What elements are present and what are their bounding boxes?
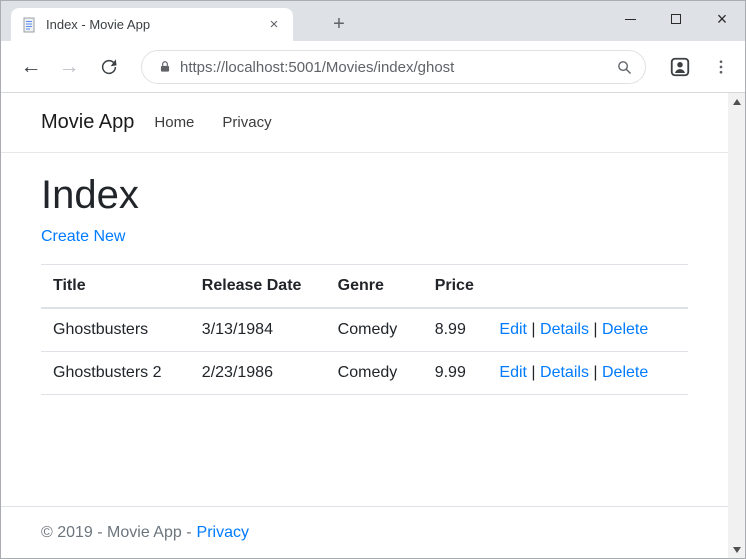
tab-close-icon[interactable]: × <box>265 16 283 34</box>
tab-strip: Index - Movie App × + × <box>1 1 745 41</box>
nav-link-privacy[interactable]: Privacy <box>208 106 285 139</box>
page-scrollbar[interactable] <box>728 93 745 558</box>
details-link[interactable]: Details <box>540 321 589 338</box>
navbar-links: Home Privacy <box>140 106 285 139</box>
address-bar[interactable]: https://localhost:5001/Movies/index/ghos… <box>141 50 646 84</box>
browser-window: Index - Movie App × + × ← → https://loca… <box>0 0 746 559</box>
browser-toolbar: ← → https://localhost:5001/Movies/index/… <box>1 41 745 93</box>
edit-link[interactable]: Edit <box>499 321 527 338</box>
maximize-button[interactable] <box>653 3 699 35</box>
lock-icon[interactable] <box>158 60 172 74</box>
header-release-date: Release Date <box>189 264 326 309</box>
url-text[interactable]: https://localhost:5001/Movies/index/ghos… <box>180 59 608 76</box>
site-navbar: Movie App Home Privacy <box>1 93 728 153</box>
action-separator: | <box>593 321 598 338</box>
cell-release-date: 2/23/1986 <box>189 351 326 395</box>
back-button[interactable]: ← <box>13 49 49 85</box>
page-viewport: Movie App Home Privacy Index Create New … <box>1 93 745 558</box>
delete-link[interactable]: Delete <box>602 321 648 338</box>
table-header-row: Title Release Date Genre Price <box>41 264 688 309</box>
main-content: Index Create New Title Release Date Genr… <box>1 153 728 395</box>
favicon-icon <box>21 17 37 33</box>
scroll-up-icon[interactable] <box>728 93 745 110</box>
cell-actions: Edit | Details | Delete <box>487 351 688 395</box>
cell-actions: Edit | Details | Delete <box>487 308 688 352</box>
delete-link[interactable]: Delete <box>602 364 648 381</box>
details-link[interactable]: Details <box>540 364 589 381</box>
header-title: Title <box>41 264 190 309</box>
footer-privacy-link[interactable]: Privacy <box>197 524 249 542</box>
page-title: Index <box>41 173 139 217</box>
header-actions <box>487 264 688 309</box>
action-separator: | <box>593 364 598 381</box>
edit-link[interactable]: Edit <box>499 364 527 381</box>
minimize-icon <box>624 18 636 20</box>
cell-genre: Comedy <box>325 351 423 395</box>
action-separator: | <box>531 364 536 381</box>
profile-button[interactable] <box>663 50 697 84</box>
cell-price: 9.99 <box>422 351 488 395</box>
scroll-down-icon[interactable] <box>728 541 745 558</box>
header-genre: Genre <box>325 264 423 309</box>
tab-title: Index - Movie App <box>46 17 151 32</box>
copyright-text: © 2019 - Movie App - <box>41 523 192 541</box>
cell-title: Ghostbusters <box>41 308 190 352</box>
maximize-icon <box>671 14 681 24</box>
new-tab-button[interactable]: + <box>325 11 353 39</box>
reload-button[interactable] <box>91 49 127 85</box>
window-controls: × <box>607 3 745 35</box>
menu-button[interactable] <box>705 50 737 84</box>
create-new-link[interactable]: Create New <box>41 228 125 246</box>
cell-title: Ghostbusters 2 <box>41 351 190 395</box>
action-separator: | <box>531 321 536 338</box>
close-button[interactable]: × <box>699 3 745 35</box>
page-content: Movie App Home Privacy Index Create New … <box>1 93 728 558</box>
browser-tab[interactable]: Index - Movie App × <box>11 8 293 41</box>
zoom-icon[interactable] <box>616 59 633 76</box>
navbar-brand[interactable]: Movie App <box>41 111 134 134</box>
cell-release-date: 3/13/1984 <box>189 308 326 352</box>
close-icon: × <box>716 9 728 29</box>
table-row: Ghostbusters 2 2/23/1986 Comedy 9.99 Edi… <box>41 351 688 395</box>
cell-genre: Comedy <box>325 308 423 352</box>
nav-link-home[interactable]: Home <box>140 106 208 139</box>
cell-price: 8.99 <box>422 308 488 352</box>
site-footer: © 2019 - Movie App - Privacy <box>1 506 728 558</box>
minimize-button[interactable] <box>607 3 653 35</box>
table-row: Ghostbusters 3/13/1984 Comedy 8.99 Edit … <box>41 308 688 352</box>
forward-button[interactable]: → <box>51 49 87 85</box>
header-price: Price <box>422 264 488 309</box>
movies-table: Title Release Date Genre Price Ghostbust… <box>41 264 688 395</box>
